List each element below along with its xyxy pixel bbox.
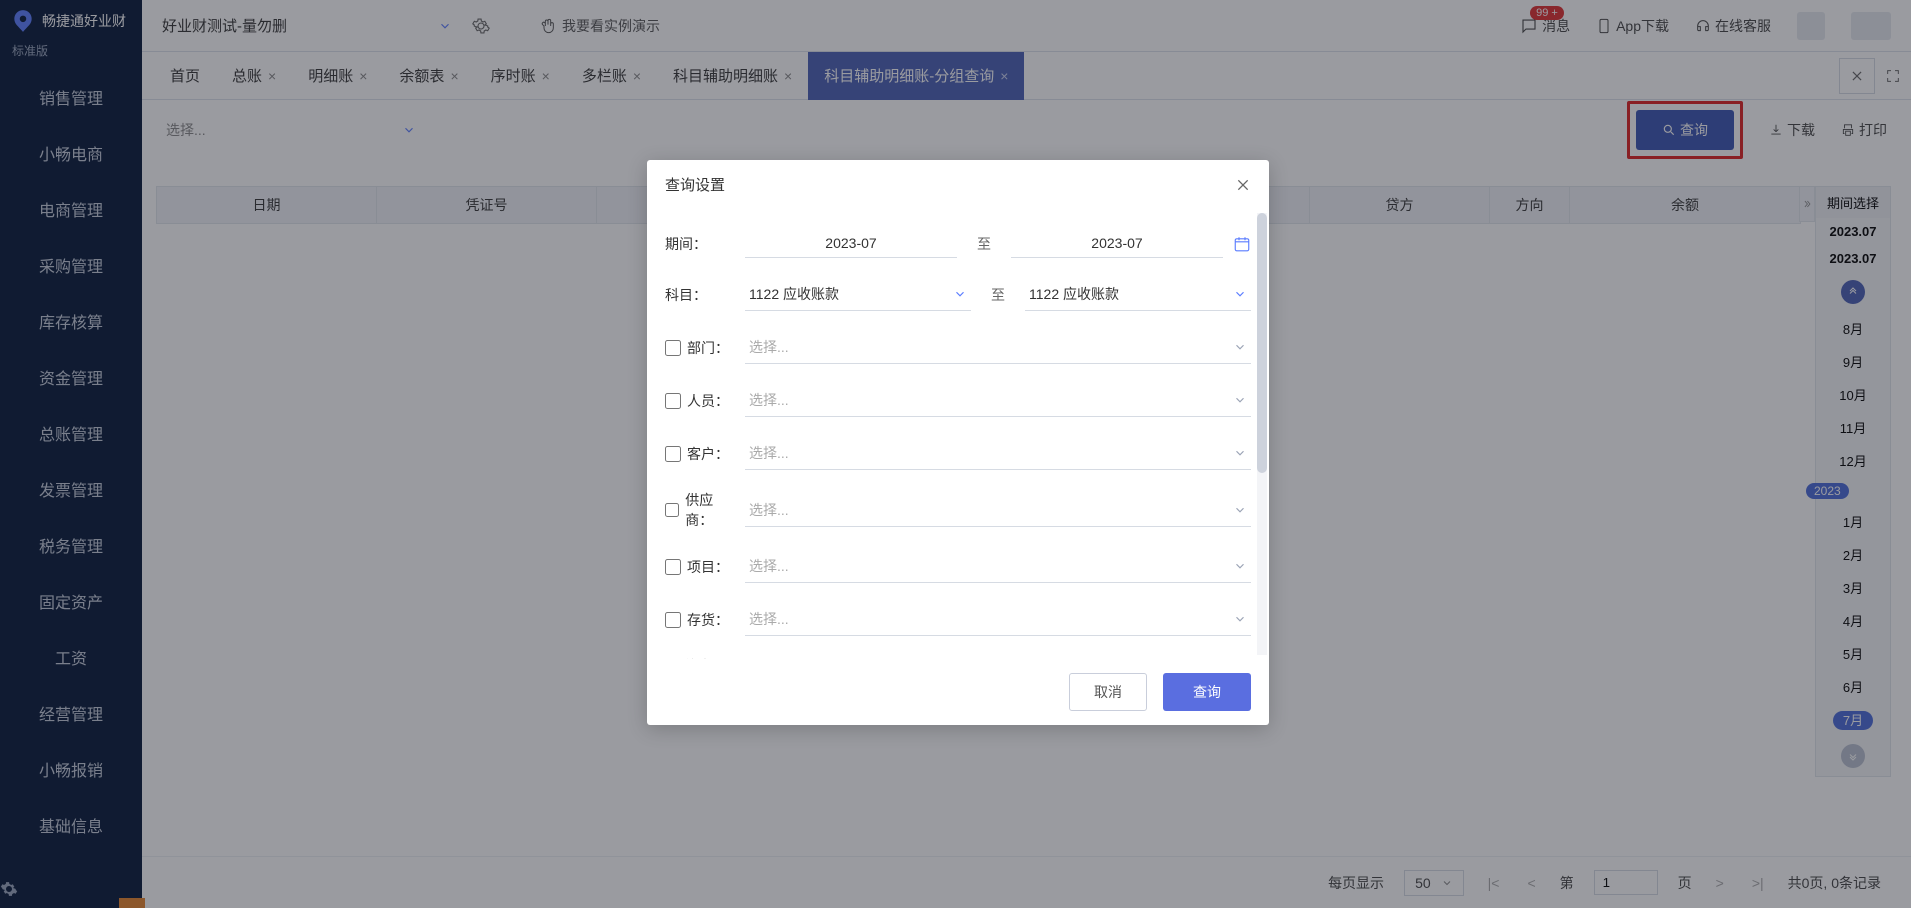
period-row: 期间： 2023-07 至 2023-07 bbox=[665, 219, 1251, 268]
filter-label[interactable]: 存货： bbox=[665, 610, 735, 630]
filter-select[interactable]: 选择... bbox=[745, 331, 1251, 364]
filter-row: 往来分类：选择... bbox=[665, 646, 1251, 659]
period-label: 期间： bbox=[665, 234, 735, 254]
subject-label: 科目： bbox=[665, 285, 735, 305]
chevron-down-icon bbox=[1233, 287, 1247, 301]
filter-row: 存货： 选择... bbox=[665, 593, 1251, 646]
chevron-down-icon bbox=[1233, 503, 1247, 517]
chevron-down-icon bbox=[1233, 340, 1247, 354]
filter-checkbox[interactable] bbox=[665, 502, 679, 518]
filter-checkbox[interactable] bbox=[665, 446, 681, 462]
confirm-query-button[interactable]: 查询 bbox=[1163, 673, 1251, 711]
filter-label[interactable]: 客户： bbox=[665, 444, 735, 464]
modal-title: 查询设置 bbox=[665, 174, 725, 195]
chevron-down-icon bbox=[1233, 612, 1247, 626]
period-to-field[interactable]: 2023-07 bbox=[1011, 229, 1223, 258]
filter-label[interactable]: 项目： bbox=[665, 557, 735, 577]
filter-checkbox[interactable] bbox=[665, 612, 681, 628]
period-sep: 至 bbox=[967, 234, 1001, 254]
filter-label[interactable]: 供应商： bbox=[665, 490, 735, 530]
filter-checkbox[interactable] bbox=[665, 559, 681, 575]
subject-row: 科目： 1122 应收账款 至 1122 应收账款 bbox=[665, 268, 1251, 321]
filter-label[interactable]: 人员： bbox=[665, 391, 735, 411]
cancel-button[interactable]: 取消 bbox=[1069, 673, 1147, 711]
subject-sep: 至 bbox=[981, 285, 1015, 305]
period-from-field[interactable]: 2023-07 bbox=[745, 229, 957, 258]
subject-from-field[interactable]: 1122 应收账款 bbox=[745, 278, 971, 311]
modal-close-button[interactable] bbox=[1235, 177, 1251, 193]
subject-to-field[interactable]: 1122 应收账款 bbox=[1025, 278, 1251, 311]
query-settings-modal: 查询设置 期间： 2023-07 至 2023-07 科目： 1122 应收账款… bbox=[647, 160, 1269, 725]
chevron-down-icon bbox=[1233, 559, 1247, 573]
filter-label[interactable]: 部门： bbox=[665, 338, 735, 358]
filter-row: 项目： 选择... bbox=[665, 540, 1251, 593]
filter-checkbox[interactable] bbox=[665, 393, 681, 409]
filter-label[interactable]: 往来分类： bbox=[665, 656, 735, 659]
filter-select[interactable]: 选择... bbox=[745, 437, 1251, 470]
filter-select[interactable]: 选择... bbox=[745, 384, 1251, 417]
filter-select[interactable]: 选择... bbox=[745, 494, 1251, 527]
chevron-down-icon bbox=[1233, 393, 1247, 407]
filter-select[interactable]: 选择... bbox=[745, 603, 1251, 636]
close-icon bbox=[1235, 177, 1251, 193]
calendar-icon[interactable] bbox=[1233, 235, 1251, 253]
filter-row: 部门： 选择... bbox=[665, 321, 1251, 374]
filter-checkbox[interactable] bbox=[665, 340, 681, 356]
filter-row: 人员： 选择... bbox=[665, 374, 1251, 427]
filter-select[interactable]: 选择... bbox=[745, 550, 1251, 583]
filter-row: 客户： 选择... bbox=[665, 427, 1251, 480]
scrollbar-thumb[interactable] bbox=[1257, 213, 1267, 473]
chevron-down-icon bbox=[953, 287, 967, 301]
chevron-down-icon bbox=[1233, 446, 1247, 460]
filter-row: 供应商： 选择... bbox=[665, 480, 1251, 540]
